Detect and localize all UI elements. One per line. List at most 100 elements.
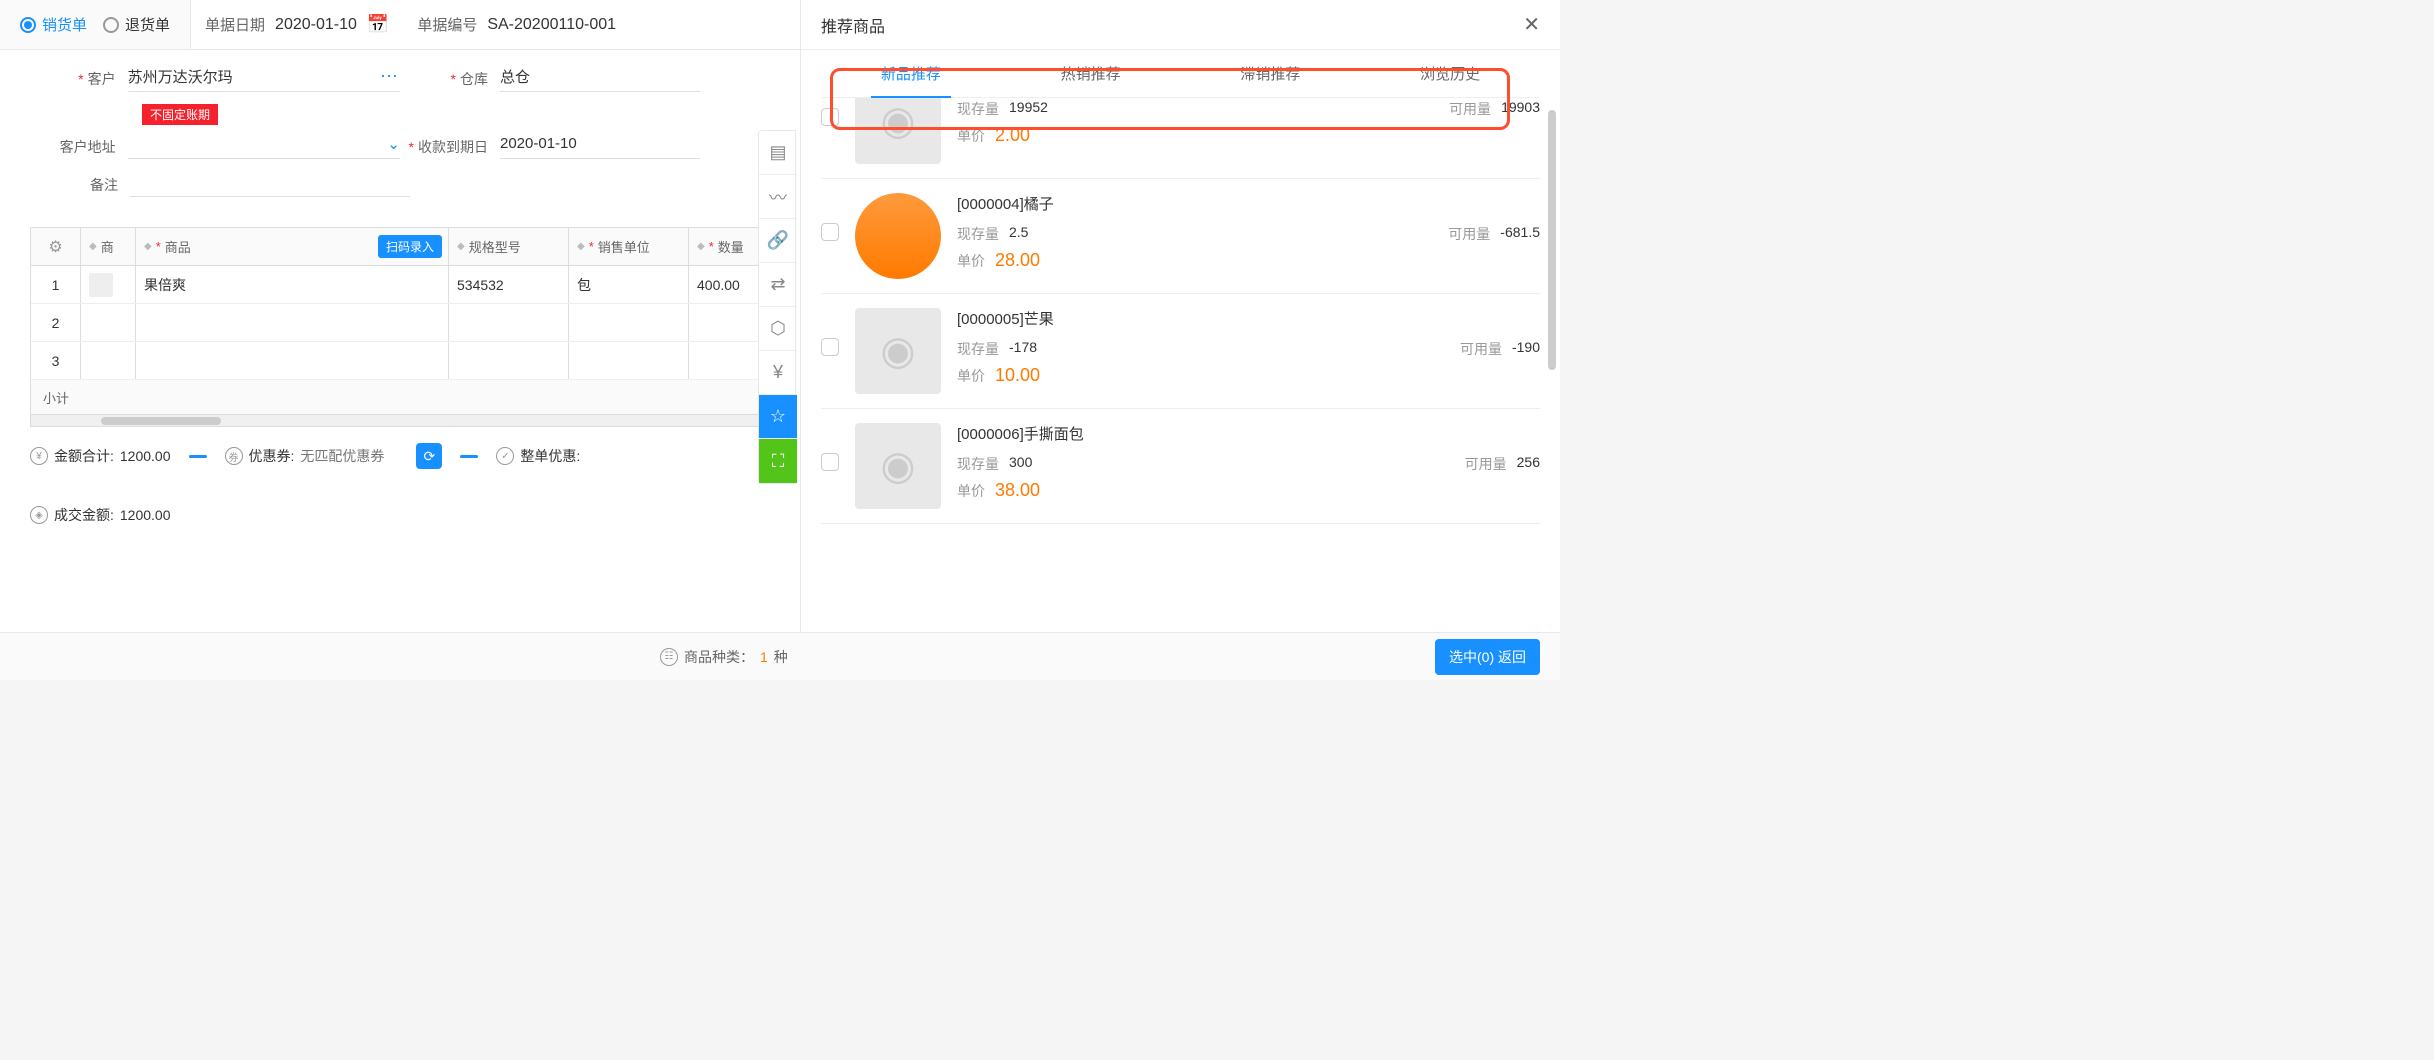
row-index: 3 — [31, 342, 81, 379]
sort-icon: ◆ — [697, 243, 705, 251]
address-select[interactable]: ⌄ — [128, 135, 400, 159]
item-info: 250ml 现存量19952 可用量19903 单价2.00 — [957, 98, 1540, 146]
col-img[interactable]: ◆商 — [81, 228, 136, 265]
duedate-input[interactable]: 2020-01-10 — [500, 135, 700, 159]
row-name[interactable]: 果倍爽 — [136, 266, 449, 303]
item-info: [0000005]芒果 现存量-178 可用量-190 单价10.00 — [957, 308, 1540, 386]
tab-hot[interactable]: 热销推荐 — [1001, 50, 1181, 97]
minus-icon — [189, 455, 207, 458]
product-image: ◉ — [855, 423, 941, 509]
kind-icon: ☷ — [660, 648, 678, 666]
table-row[interactable]: 3 — [31, 342, 769, 380]
kind-value: 1 — [760, 649, 768, 665]
shield-icon[interactable]: ⬡ — [759, 307, 797, 351]
items-grid-wrap: ⚙ ◆商 ◆*商品扫码录入 ◆规格型号 ◆*销售单位 ◆*数量 1 果倍爽 53… — [0, 227, 800, 427]
calendar-icon[interactable]: 📅 — [367, 14, 389, 35]
col-qty[interactable]: ◆*数量 — [689, 228, 769, 265]
item-checkbox[interactable] — [821, 108, 839, 126]
col-unit[interactable]: ◆*销售单位 — [569, 228, 689, 265]
item-name: [0000005]芒果 — [957, 308, 1540, 329]
list-item: ◉ [0000006]手撕面包 现存量300 可用量256 单价38.00 — [821, 409, 1540, 524]
coupon-input[interactable] — [300, 448, 410, 464]
item-info: [0000006]手撕面包 现存量300 可用量256 单价38.00 — [957, 423, 1540, 501]
radio-sales-label: 销货单 — [42, 14, 87, 35]
items-grid: ⚙ ◆商 ◆*商品扫码录入 ◆规格型号 ◆*销售单位 ◆*数量 1 果倍爽 53… — [30, 227, 770, 427]
side-toolbar: ▤ 〰 🔗 ⇄ ⬡ ¥ ☆ ⛶ — [758, 130, 796, 484]
col-settings[interactable]: ⚙ — [31, 228, 81, 265]
whole-discount: ✓ 整单优惠: — [496, 446, 580, 466]
item-name: [0000004]橘子 — [957, 193, 1540, 214]
doc-no-value: SA-20200110-001 — [487, 16, 616, 34]
account-badge: 不固定账期 — [142, 104, 218, 125]
item-checkbox[interactable] — [821, 223, 839, 241]
exchange-icon[interactable]: ⇄ — [759, 263, 797, 307]
duedate-label: *收款到期日 — [400, 137, 500, 157]
deal-amount: ◈ 成交金额: 1200.00 — [30, 505, 171, 525]
chevron-down-icon: ⌄ — [387, 135, 400, 154]
product-image: ◉ — [855, 98, 941, 164]
product-thumbnail — [89, 273, 113, 297]
item-checkbox[interactable] — [821, 338, 839, 356]
table-row[interactable]: 2 — [31, 304, 769, 342]
link-icon[interactable]: 🔗 — [759, 219, 797, 263]
tab-new[interactable]: 新品推荐 — [821, 50, 1001, 97]
item-checkbox[interactable] — [821, 453, 839, 471]
row-qty[interactable]: 400.00 — [689, 266, 769, 303]
sort-icon: ◆ — [89, 243, 97, 251]
tab-history[interactable]: 浏览历史 — [1360, 50, 1540, 97]
total-amount: ¥ 金额合计: 1200.00 — [30, 446, 171, 466]
v-scrollbar[interactable] — [1548, 110, 1556, 370]
customer-label: *客户 — [30, 69, 128, 89]
sales-form-panel: 销货单 退货单 单据日期 2020-01-10 📅 单据编号 SA-202001… — [0, 0, 800, 680]
doc-icon[interactable]: ▤ — [759, 131, 797, 175]
doc-type-tabs: 销货单 退货单 — [0, 0, 191, 49]
more-icon[interactable]: ⋯ — [380, 66, 400, 87]
sort-icon: ◆ — [457, 243, 465, 251]
tab-slow[interactable]: 滞销推荐 — [1181, 50, 1361, 97]
radio-icon — [20, 17, 36, 33]
col-product[interactable]: ◆*商品扫码录入 — [136, 228, 449, 265]
list-item: ◉ 250ml 现存量19952 可用量19903 单价2.00 — [821, 98, 1540, 179]
close-icon[interactable]: ✕ — [1523, 12, 1540, 37]
star-icon[interactable]: ☆ — [759, 395, 797, 439]
discount-icon: ✓ — [496, 447, 514, 465]
remark-label: 备注 — [30, 175, 130, 195]
minus-icon — [460, 455, 478, 458]
radio-sales[interactable]: 销货单 — [20, 14, 87, 35]
yen-icon: ¥ — [30, 447, 48, 465]
totals-bar: ¥ 金额合计: 1200.00 券 优惠券: ⟳ ✓ 整单优惠: ◈ 成交金额:… — [0, 427, 800, 541]
h-scrollbar[interactable] — [31, 414, 769, 426]
select-return-button[interactable]: 选中(0) 返回 — [1435, 639, 1540, 675]
chart-icon[interactable]: 〰 — [759, 175, 797, 219]
expand-icon[interactable]: ⛶ — [759, 439, 797, 483]
remark-input[interactable] — [130, 173, 410, 197]
doc-date-field: 单据日期 2020-01-10 📅 — [191, 14, 403, 35]
warehouse-label: *仓库 — [400, 69, 500, 89]
table-row[interactable]: 1 果倍爽 534532 包 400.00 — [31, 266, 769, 304]
recommend-panel: 推荐商品 ✕ 新品推荐 热销推荐 滞销推荐 浏览历史 ◉ 250ml 现存量19… — [800, 0, 1560, 680]
product-image — [855, 193, 941, 279]
panel-title: 推荐商品 — [821, 13, 885, 37]
currency-icon[interactable]: ¥ — [759, 351, 797, 395]
customer-input[interactable]: 苏州万达沃尔玛 ⋯ — [128, 66, 400, 92]
recommend-list[interactable]: ◉ 250ml 现存量19952 可用量19903 单价2.00 [000000… — [801, 98, 1560, 638]
gear-icon: ⚙ — [48, 237, 62, 257]
panel-header: 推荐商品 ✕ — [801, 0, 1560, 50]
row-index: 2 — [31, 304, 81, 341]
refresh-button[interactable]: ⟳ — [416, 443, 442, 469]
header-row: 销货单 退货单 单据日期 2020-01-10 📅 单据编号 SA-202001… — [0, 0, 800, 50]
radio-return-label: 退货单 — [125, 14, 170, 35]
row-spec[interactable]: 534532 — [449, 266, 569, 303]
row-unit[interactable]: 包 — [569, 266, 689, 303]
coupon-icon: 券 — [225, 447, 243, 465]
warehouse-input[interactable]: 总仓 — [500, 66, 700, 92]
item-info: [0000004]橘子 现存量2.5 可用量-681.5 单价28.00 — [957, 193, 1540, 271]
item-name: [0000006]手撕面包 — [957, 423, 1540, 444]
scan-button[interactable]: 扫码录入 — [378, 235, 442, 258]
doc-date-label: 单据日期 — [205, 14, 265, 35]
radio-return[interactable]: 退货单 — [103, 14, 170, 35]
row-index: 1 — [31, 266, 81, 303]
doc-date-value[interactable]: 2020-01-10 — [275, 16, 357, 34]
sort-icon: ◆ — [144, 243, 152, 251]
col-spec[interactable]: ◆规格型号 — [449, 228, 569, 265]
